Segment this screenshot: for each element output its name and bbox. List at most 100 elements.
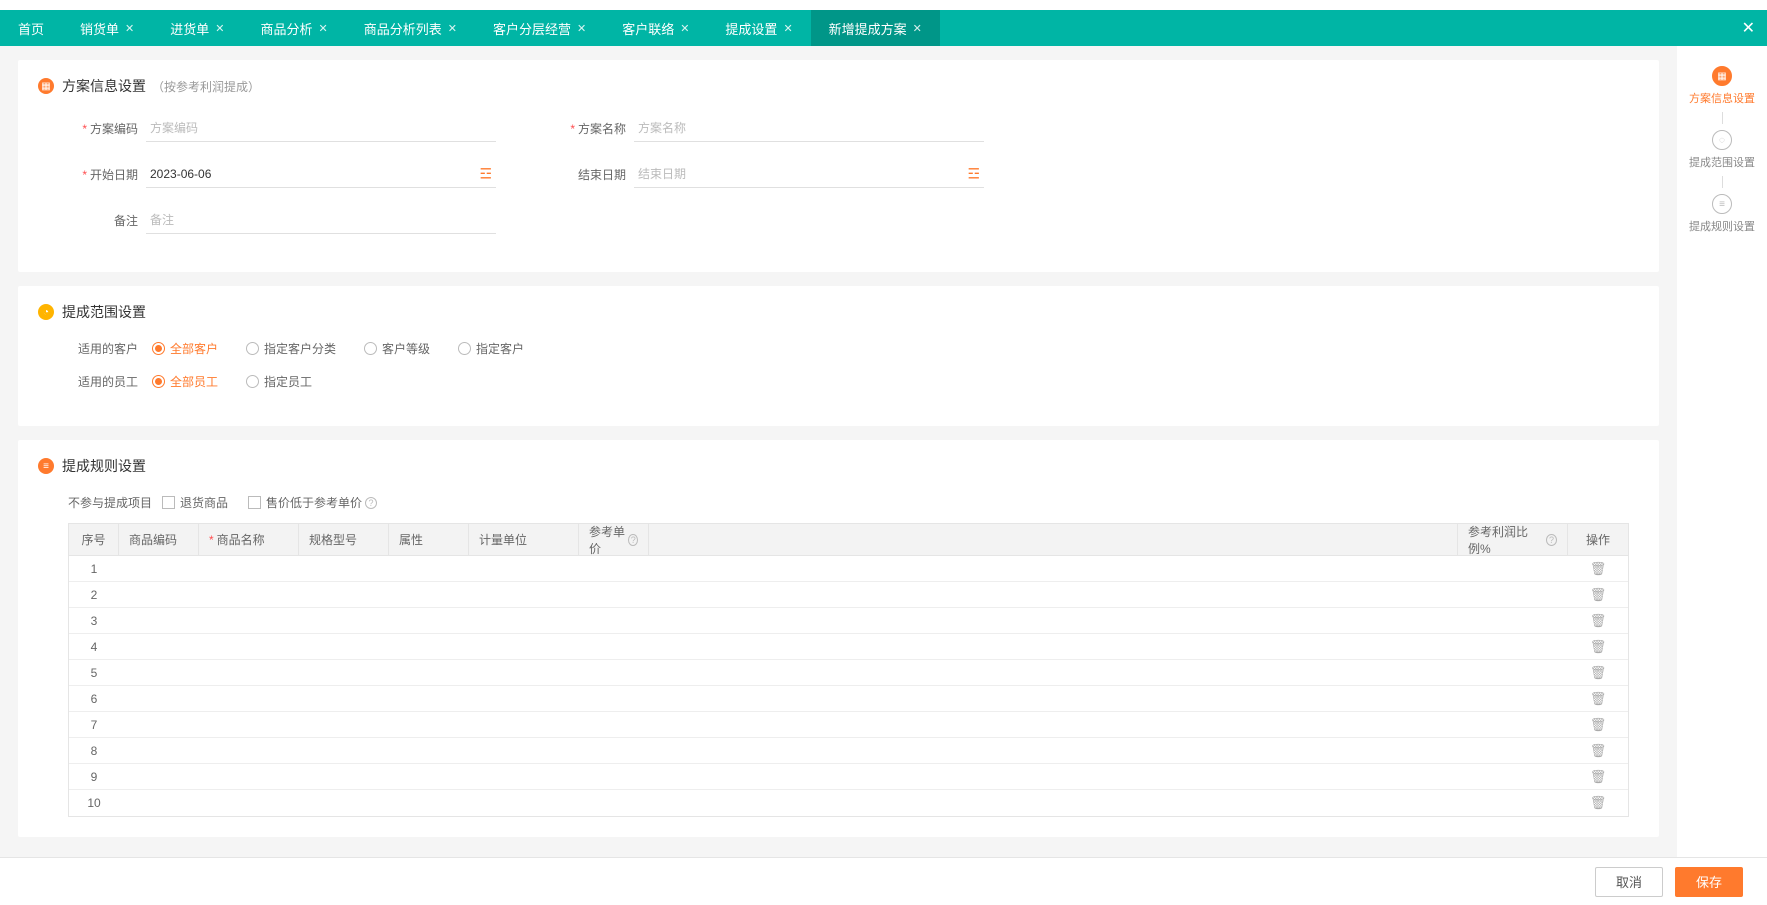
- cell-unit[interactable]: [469, 608, 579, 633]
- cell-name[interactable]: [199, 686, 299, 711]
- cell-code[interactable]: [119, 582, 199, 607]
- table-row[interactable]: 3🗑: [69, 608, 1628, 634]
- delete-icon[interactable]: 🗑: [1590, 587, 1607, 603]
- table-row[interactable]: 6🗑: [69, 686, 1628, 712]
- cell-price[interactable]: [579, 712, 649, 737]
- cell-attr[interactable]: [389, 790, 469, 816]
- cell-code[interactable]: [119, 712, 199, 737]
- cell-ratio[interactable]: [1458, 738, 1568, 763]
- customer-scope-option-0[interactable]: 全部客户: [152, 340, 218, 357]
- table-row[interactable]: 8🗑: [69, 738, 1628, 764]
- cell-price[interactable]: [579, 634, 649, 659]
- tab-商品分析[interactable]: 商品分析✕: [242, 10, 345, 46]
- cell-attr[interactable]: [389, 712, 469, 737]
- cell-name[interactable]: [199, 738, 299, 763]
- customer-scope-option-1[interactable]: 指定客户分类: [246, 340, 336, 357]
- tab-商品分析列表[interactable]: 商品分析列表✕: [346, 10, 475, 46]
- cell-attr[interactable]: [389, 660, 469, 685]
- cell-code[interactable]: [119, 608, 199, 633]
- cell-ratio[interactable]: [1458, 764, 1568, 789]
- tab-首页[interactable]: 首页: [0, 10, 62, 46]
- delete-icon[interactable]: 🗑: [1590, 769, 1607, 785]
- employee-scope-option-0[interactable]: 全部员工: [152, 373, 218, 390]
- delete-icon[interactable]: 🗑: [1590, 665, 1607, 681]
- checkbox-below-ref-price[interactable]: 售价低于参考单价?: [248, 494, 377, 511]
- cell-unit[interactable]: [469, 634, 579, 659]
- cell-attr[interactable]: [389, 738, 469, 763]
- input-remark[interactable]: [146, 206, 496, 234]
- cell-code[interactable]: [119, 556, 199, 581]
- cell-spec[interactable]: [299, 660, 389, 685]
- cell-price[interactable]: [579, 686, 649, 711]
- delete-icon[interactable]: 🗑: [1590, 639, 1607, 655]
- cell-name[interactable]: [199, 712, 299, 737]
- close-icon[interactable]: ✕: [125, 22, 134, 35]
- cell-price[interactable]: [579, 790, 649, 816]
- cell-spec[interactable]: [299, 764, 389, 789]
- cell-attr[interactable]: [389, 608, 469, 633]
- cell-name[interactable]: [199, 608, 299, 633]
- save-button[interactable]: 保存: [1675, 867, 1743, 897]
- cell-ratio[interactable]: [1458, 556, 1568, 581]
- cell-spec[interactable]: [299, 712, 389, 737]
- input-plan-code[interactable]: [146, 114, 496, 142]
- employee-scope-option-1[interactable]: 指定员工: [246, 373, 312, 390]
- input-end-date[interactable]: [634, 160, 984, 188]
- table-row[interactable]: 5🗑: [69, 660, 1628, 686]
- table-row[interactable]: 2🗑: [69, 582, 1628, 608]
- table-row[interactable]: 1🗑: [69, 556, 1628, 582]
- cell-unit[interactable]: [469, 582, 579, 607]
- cell-unit[interactable]: [469, 556, 579, 581]
- cell-code[interactable]: [119, 660, 199, 685]
- table-row[interactable]: 4🗑: [69, 634, 1628, 660]
- cell-code[interactable]: [119, 790, 199, 816]
- cell-attr[interactable]: [389, 556, 469, 581]
- cell-spec[interactable]: [299, 634, 389, 659]
- cell-price[interactable]: [579, 764, 649, 789]
- help-icon[interactable]: ?: [365, 497, 377, 509]
- delete-icon[interactable]: 🗑: [1590, 795, 1607, 811]
- help-icon[interactable]: ?: [1546, 534, 1557, 546]
- table-row[interactable]: 7🗑: [69, 712, 1628, 738]
- close-icon[interactable]: ✕: [680, 22, 689, 35]
- delete-icon[interactable]: 🗑: [1590, 613, 1607, 629]
- tab-客户分层经营[interactable]: 客户分层经营✕: [475, 10, 604, 46]
- close-icon[interactable]: ✕: [783, 22, 792, 35]
- anchor-item-0[interactable]: ▦方案信息设置: [1689, 66, 1755, 106]
- cell-spec[interactable]: [299, 790, 389, 816]
- cancel-button[interactable]: 取消: [1595, 867, 1663, 897]
- cell-price[interactable]: [579, 556, 649, 581]
- cell-unit[interactable]: [469, 764, 579, 789]
- tab-bar-close-icon[interactable]: ✕: [1742, 18, 1755, 38]
- close-icon[interactable]: ✕: [577, 22, 586, 35]
- anchor-item-1[interactable]: ◌提成范围设置: [1689, 130, 1755, 170]
- cell-unit[interactable]: [469, 660, 579, 685]
- cell-price[interactable]: [579, 738, 649, 763]
- cell-spec[interactable]: [299, 608, 389, 633]
- cell-spec[interactable]: [299, 582, 389, 607]
- cell-attr[interactable]: [389, 764, 469, 789]
- cell-code[interactable]: [119, 634, 199, 659]
- cell-ratio[interactable]: [1458, 790, 1568, 816]
- cell-spec[interactable]: [299, 686, 389, 711]
- close-icon[interactable]: ✕: [319, 22, 328, 35]
- table-row[interactable]: 9🗑: [69, 764, 1628, 790]
- cell-ratio[interactable]: [1458, 660, 1568, 685]
- cell-attr[interactable]: [389, 634, 469, 659]
- close-icon[interactable]: ✕: [448, 22, 457, 35]
- help-icon[interactable]: ?: [628, 534, 638, 546]
- delete-icon[interactable]: 🗑: [1590, 691, 1607, 707]
- customer-scope-option-2[interactable]: 客户等级: [364, 340, 430, 357]
- cell-ratio[interactable]: [1458, 712, 1568, 737]
- input-plan-name[interactable]: [634, 114, 984, 142]
- cell-spec[interactable]: [299, 556, 389, 581]
- cell-name[interactable]: [199, 660, 299, 685]
- cell-unit[interactable]: [469, 738, 579, 763]
- cell-name[interactable]: [199, 790, 299, 816]
- cell-unit[interactable]: [469, 686, 579, 711]
- cell-name[interactable]: [199, 556, 299, 581]
- tab-客户联络[interactable]: 客户联络✕: [604, 10, 707, 46]
- cell-ratio[interactable]: [1458, 686, 1568, 711]
- customer-scope-option-3[interactable]: 指定客户: [458, 340, 524, 357]
- delete-icon[interactable]: 🗑: [1590, 717, 1607, 733]
